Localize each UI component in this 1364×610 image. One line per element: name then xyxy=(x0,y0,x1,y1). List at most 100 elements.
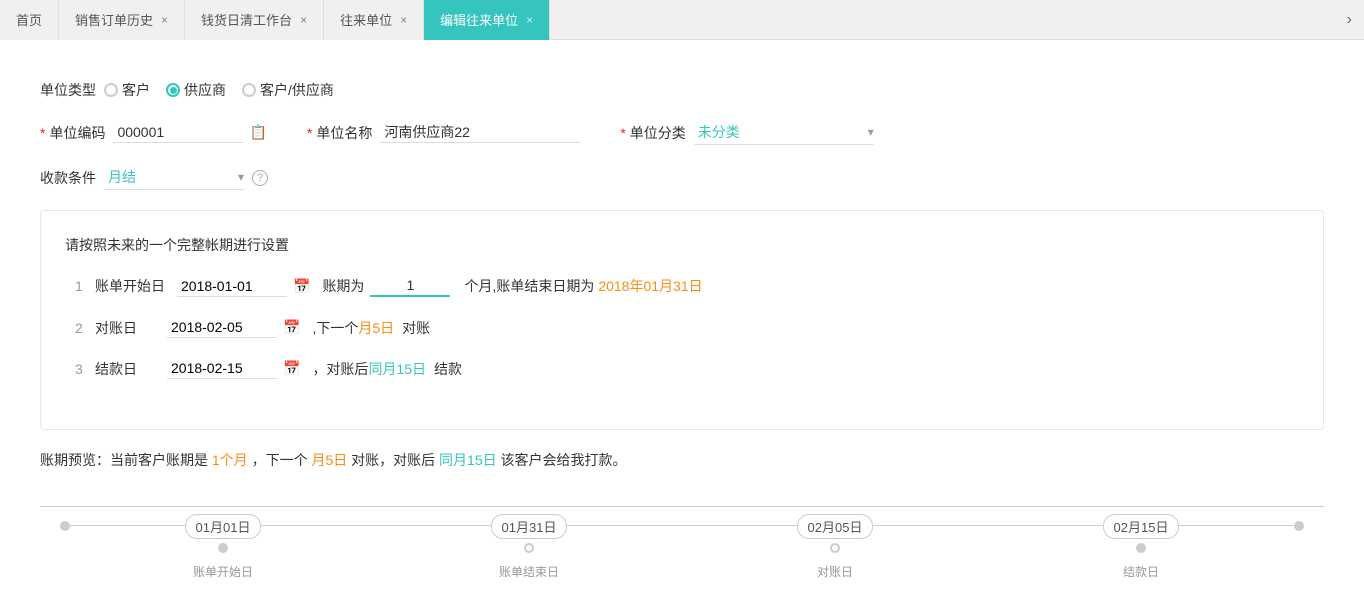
timeline-label-2: 账单结束日 xyxy=(499,563,559,580)
payment-terms-row: 收款条件 月结 ▾ ? xyxy=(40,165,1324,190)
preview-section: 账期预览：当前客户账期是 1个月 ，下一个 月5日 对账，对账后 同月15日 该… xyxy=(40,450,1324,610)
unit-name-input[interactable] xyxy=(380,122,580,143)
unit-type-field: 单位类型 客户 供应商 客户/供应商 xyxy=(40,80,334,100)
radio-supplier[interactable]: 供应商 xyxy=(166,80,226,100)
settings-box: 请按照未来的一个完整帐期进行设置 1 账单开始日 📅 账期为 个月,账单结束日期… xyxy=(40,210,1324,430)
unit-name-required: * xyxy=(307,125,312,141)
radio-circle-supplier xyxy=(166,83,180,97)
payment-date-input[interactable] xyxy=(167,358,277,379)
row-label-2: 对账日 xyxy=(95,318,155,338)
period-input[interactable] xyxy=(370,275,450,297)
timeline-label-1: 账单开始日 xyxy=(193,563,253,580)
payment-highlight: 同月15日 xyxy=(368,359,426,379)
tab-close-sales-history[interactable]: × xyxy=(161,13,168,27)
radio-both[interactable]: 客户/供应商 xyxy=(242,80,334,100)
reconcile-date-input[interactable] xyxy=(167,317,277,338)
unit-code-required: * xyxy=(40,125,45,141)
main-content: 单位类型 客户 供应商 客户/供应商 * 单位编码 xyxy=(0,40,1364,610)
unit-name-label: 单位名称 xyxy=(316,123,372,143)
unit-category-required: * xyxy=(620,125,625,141)
copy-icon[interactable]: 📋 xyxy=(249,124,266,141)
unit-category-select[interactable]: 未分类 ▾ xyxy=(694,120,874,145)
preview-reconcile-day: 月5日 xyxy=(311,452,347,468)
unit-code-input[interactable] xyxy=(113,122,243,143)
preview-payment-day: 同月15日 xyxy=(439,452,497,468)
preview-text: 账期预览：当前客户账期是 1个月 ，下一个 月5日 对账，对账后 同月15日 该… xyxy=(40,450,1324,470)
start-date-input[interactable] xyxy=(177,276,287,297)
payment-terms-select[interactable]: 月结 ▾ xyxy=(104,165,244,190)
timeline-spacer-4 xyxy=(1179,525,1294,526)
radio-customer[interactable]: 客户 xyxy=(104,80,150,100)
row-number-3: 3 xyxy=(75,361,95,377)
row-desc-1a: 账期为 xyxy=(322,276,364,296)
row-desc-2b: 对账 xyxy=(402,318,430,338)
timeline-label-3: 对账日 xyxy=(817,563,853,580)
help-icon[interactable]: ? xyxy=(252,170,268,186)
settings-row-1: 1 账单开始日 📅 账期为 个月,账单结束日期为 2018年01月31日 xyxy=(65,275,1299,297)
preview-part2: ，下一个 xyxy=(252,452,308,468)
tab-sales-history[interactable]: 销售订单历史 × xyxy=(59,0,185,40)
unit-info-row: * 单位编码 📋 * 单位名称 * 单位分类 未分类 ▾ xyxy=(40,120,1324,145)
payment-terms-arrow-icon: ▾ xyxy=(238,170,244,184)
tab-close-partner-units[interactable]: × xyxy=(400,13,407,27)
row-label-1: 账单开始日 xyxy=(95,276,165,296)
timeline-wrapper: 01月01日 账单开始日 01月31日 账单结束日 xyxy=(40,494,1324,590)
reconcile-date-calendar-icon[interactable]: 📅 xyxy=(283,319,300,336)
timeline-dot-1 xyxy=(218,543,228,553)
unit-category-value: 未分类 xyxy=(694,120,864,144)
timeline-point-4: 02月15日 结款日 xyxy=(1103,514,1180,580)
tab-close-cash-work[interactable]: × xyxy=(300,13,307,27)
timeline-right-dot xyxy=(1294,521,1304,531)
unit-category-arrow-icon: ▾ xyxy=(868,125,874,139)
unit-category-field: * 单位分类 未分类 ▾ xyxy=(620,120,873,145)
timeline-dot-4 xyxy=(1136,543,1146,553)
unit-type-label: 单位类型 xyxy=(40,80,96,100)
row-desc-1b: 个月,账单结束日期为 xyxy=(464,276,594,296)
timeline-left-dot xyxy=(60,521,70,531)
row-number-2: 2 xyxy=(75,320,95,336)
settings-title: 请按照未来的一个完整帐期进行设置 xyxy=(65,235,1299,255)
tab-edit-partner[interactable]: 编辑往来单位 × xyxy=(424,0,550,40)
settings-row-3: 3 结款日 📅 ，对账后 同月15日 结款 xyxy=(65,358,1299,379)
tab-partner-units[interactable]: 往来单位 × xyxy=(324,0,424,40)
timeline-point-2: 01月31日 账单结束日 xyxy=(491,514,568,580)
unit-type-row: 单位类型 客户 供应商 客户/供应商 xyxy=(40,80,1324,100)
timeline-badge-1: 01月01日 xyxy=(185,514,262,539)
row-number-1: 1 xyxy=(75,278,95,294)
timeline-badge-3: 02月05日 xyxy=(797,514,874,539)
unit-code-label: 单位编码 xyxy=(49,123,105,143)
radio-supplier-label: 供应商 xyxy=(184,80,226,100)
settings-row-2: 2 对账日 📅 ,下一个 月5日 对账 xyxy=(65,317,1299,338)
tab-close-edit-partner[interactable]: × xyxy=(526,13,533,27)
timeline: 01月01日 账单开始日 01月31日 账单结束日 xyxy=(60,494,1304,590)
payment-date-calendar-icon[interactable]: 📅 xyxy=(283,360,300,377)
tabs-more-button[interactable]: › xyxy=(1335,11,1364,29)
preview-period: 1个月 xyxy=(212,452,248,468)
timeline-spacer-1 xyxy=(261,525,490,526)
tabs-bar: 首页 销售订单历史 × 钱货日清工作台 × 往来单位 × 编辑往来单位 × › xyxy=(0,0,1364,40)
preview-part4: 对账，对账后 xyxy=(351,452,435,468)
payment-terms-label: 收款条件 xyxy=(40,168,96,188)
preview-part6: 该客户会给我打款。 xyxy=(501,452,627,468)
timeline-spacer-2 xyxy=(567,525,796,526)
radio-circle-both xyxy=(242,83,256,97)
radio-customer-label: 客户 xyxy=(122,80,150,100)
row-desc-3b: 结款 xyxy=(434,359,462,379)
reconcile-highlight: 月5日 xyxy=(358,318,394,338)
preview-label: 账期预览：当前客户账期是 xyxy=(40,452,208,468)
timeline-badge-4: 02月15日 xyxy=(1103,514,1180,539)
payment-terms-field: 收款条件 月结 ▾ ? xyxy=(40,165,268,190)
radio-circle-customer xyxy=(104,83,118,97)
start-date-calendar-icon[interactable]: 📅 xyxy=(293,278,310,295)
timeline-spacer-3 xyxy=(873,525,1102,526)
tab-cash-work[interactable]: 钱货日清工作台 × xyxy=(185,0,324,40)
row-label-3: 结款日 xyxy=(95,359,155,379)
row-desc-2a: ,下一个 xyxy=(312,318,358,338)
unit-category-label: 单位分类 xyxy=(630,123,686,143)
timeline-dot-2 xyxy=(524,543,534,553)
end-date-highlight: 2018年01月31日 xyxy=(598,276,702,296)
timeline-label-4: 结款日 xyxy=(1123,563,1159,580)
unit-name-field: * 单位名称 xyxy=(307,122,580,143)
tab-home[interactable]: 首页 xyxy=(0,0,59,40)
timeline-point-3: 02月05日 对账日 xyxy=(797,514,874,580)
